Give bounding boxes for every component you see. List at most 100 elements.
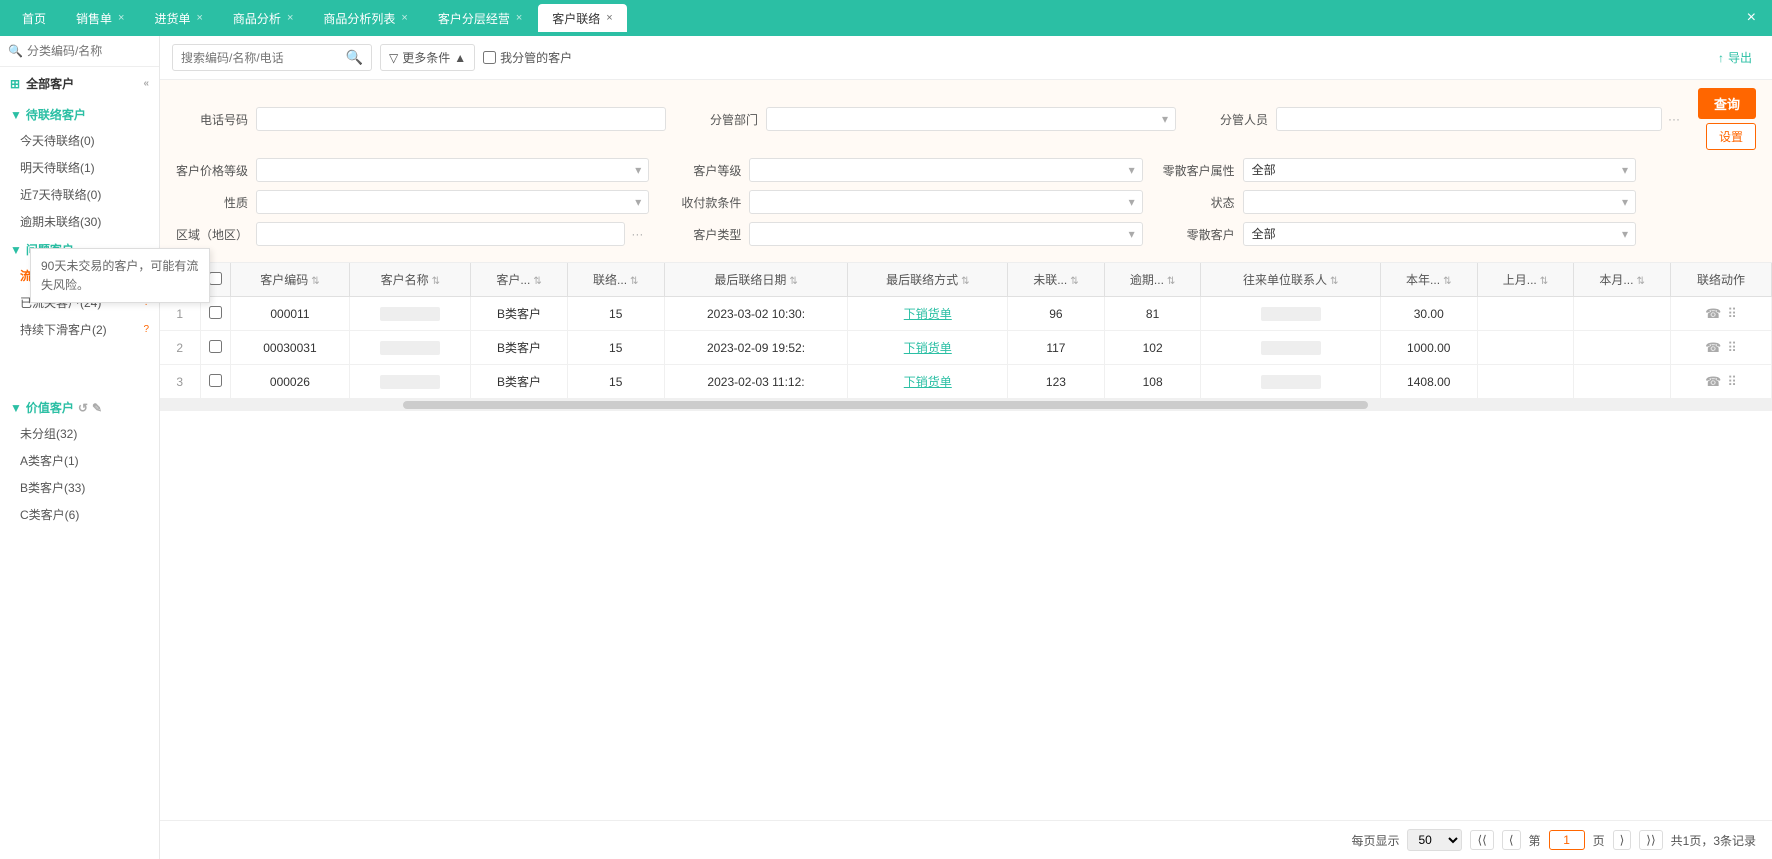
row-2-action-icons: ☎ ⠿	[1677, 340, 1765, 356]
tab-close-customer-contact[interactable]: ×	[606, 12, 612, 24]
row-2-last-way-link[interactable]: 下销货单	[904, 341, 952, 355]
col-last-month[interactable]: 上月...⇅	[1477, 263, 1574, 297]
tab-customer-contact[interactable]: 客户联络 ×	[538, 4, 626, 32]
filter-region-input[interactable]	[256, 222, 625, 246]
col-last-date[interactable]: 最后联络日期⇅	[664, 263, 848, 297]
tab-close-purchase[interactable]: ×	[196, 12, 202, 24]
filter-retail-customer-label: 零散客户	[1163, 226, 1243, 243]
row-3-phone-icon[interactable]: ☎	[1705, 374, 1721, 390]
next-page-button[interactable]: ⟩	[1613, 830, 1632, 850]
col-code[interactable]: 客户编码⇅	[230, 263, 350, 297]
tab-analysis[interactable]: 商品分析 ×	[219, 4, 307, 32]
tab-close-analysis-list[interactable]: ×	[401, 12, 407, 24]
row-3-last-way-link[interactable]: 下销货单	[904, 375, 952, 389]
scroll-thumb[interactable]	[403, 401, 1368, 409]
query-button[interactable]: 查询	[1698, 88, 1756, 119]
settings-button[interactable]: 设置	[1706, 123, 1756, 150]
collapse-icon[interactable]: «	[143, 78, 149, 89]
page-label: 第	[1529, 832, 1541, 849]
tab-sales[interactable]: 销售单 ×	[62, 4, 138, 32]
my-customer-checkbox-group[interactable]: 我分管的客户	[483, 49, 572, 66]
row-3-more-icon[interactable]: ⠿	[1727, 374, 1737, 390]
sidebar-item-tomorrow[interactable]: 明天待联络(1)	[0, 154, 159, 181]
col-type[interactable]: 客户...⇅	[471, 263, 568, 297]
sidebar-search-box[interactable]: 🔍	[0, 36, 159, 67]
tab-analysis-list[interactable]: 商品分析列表 ×	[309, 4, 421, 32]
tab-customer-layer[interactable]: 客户分层经营 ×	[424, 4, 536, 32]
col-last-way[interactable]: 最后联络方式⇅	[848, 263, 1008, 297]
tab-bar: 首页 销售单 × 进货单 × 商品分析 × 商品分析列表 × 客户分层经营 × …	[0, 0, 1772, 36]
row-3-check[interactable]	[200, 365, 230, 399]
row-1-last-way[interactable]: 下销货单	[848, 297, 1008, 331]
filter-customer-level-select[interactable]	[749, 158, 1142, 182]
tab-purchase[interactable]: 进货单 ×	[140, 4, 216, 32]
page-size-select[interactable]: 50 100	[1407, 829, 1462, 851]
filter-retail-customer-select[interactable]: 全部	[1243, 222, 1636, 246]
sort-year-icon: ⇅	[1443, 276, 1451, 287]
row-1-name-blurred	[380, 307, 440, 321]
row-1-last-way-link[interactable]: 下销货单	[904, 307, 952, 321]
col-name[interactable]: 客户名称⇅	[350, 263, 471, 297]
col-this-month[interactable]: 本月...⇅	[1574, 263, 1671, 297]
tab-close-sales[interactable]: ×	[118, 12, 124, 24]
row-1-more-icon[interactable]: ⠿	[1727, 306, 1737, 322]
filter-payment-wrapper	[749, 190, 1142, 214]
filter-status-select[interactable]	[1243, 190, 1636, 214]
tab-close-customer-layer[interactable]: ×	[516, 12, 522, 24]
tab-close-analysis[interactable]: ×	[287, 12, 293, 24]
col-contact[interactable]: 联络...⇅	[567, 263, 664, 297]
filter-dept-select[interactable]	[766, 107, 1176, 131]
all-customers-header[interactable]: ⊞ 全部客户 «	[0, 67, 159, 100]
my-customer-checkbox[interactable]	[483, 51, 496, 64]
filter-payment-select[interactable]	[749, 190, 1142, 214]
horizontal-scrollbar[interactable]	[160, 399, 1772, 411]
export-button[interactable]: ↑ 导出	[1710, 45, 1760, 70]
close-all-button[interactable]: ×	[1739, 5, 1764, 31]
search-icon-button[interactable]: 🔍	[346, 49, 363, 66]
sort-not-icon: ⇅	[1070, 276, 1078, 287]
sidebar-search-input[interactable]	[27, 44, 160, 58]
row-2-more-icon[interactable]: ⠿	[1727, 340, 1737, 356]
search-box[interactable]: 🔍	[172, 44, 372, 71]
search-input[interactable]	[181, 51, 346, 65]
select-all-checkbox[interactable]	[209, 272, 222, 285]
sort-code-icon: ⇅	[311, 276, 319, 287]
sidebar-item-today[interactable]: 今天待联络(0)	[0, 127, 159, 154]
row-2-check[interactable]	[200, 331, 230, 365]
col-not-contact[interactable]: 未联...⇅	[1008, 263, 1105, 297]
row-3-company-blurred	[1261, 375, 1321, 389]
filter-region-dots[interactable]: ···	[625, 227, 649, 241]
value-refresh-icon[interactable]: ↺	[78, 401, 88, 415]
filter-retail-attr-select[interactable]: 全部	[1243, 158, 1636, 182]
tab-home[interactable]: 首页	[8, 4, 60, 32]
filter-customer-type-select[interactable]	[749, 222, 1142, 246]
col-this-year[interactable]: 本年...⇅	[1380, 263, 1477, 297]
sidebar-item-unsorted[interactable]: 未分组(32)	[0, 420, 159, 447]
sidebar-item-week7[interactable]: 近7天待联络(0)	[0, 181, 159, 208]
sidebar-item-class-c[interactable]: C类客户(6)	[0, 501, 159, 528]
sidebar-item-churn-decline[interactable]: 持续下滑客户(2) ?	[0, 316, 159, 343]
col-company-contact[interactable]: 往来单位联系人⇅	[1201, 263, 1380, 297]
filter-price-level-select[interactable]	[256, 158, 649, 182]
filter-person-dots[interactable]: ···	[1662, 112, 1686, 126]
last-page-button[interactable]: ⟩⟩	[1639, 830, 1662, 850]
more-filter-button[interactable]: ▽ 更多条件 ▲	[380, 44, 475, 71]
filter-nature-select[interactable]	[256, 190, 649, 214]
row-2-phone-icon[interactable]: ☎	[1705, 340, 1721, 356]
value-edit-icon[interactable]: ✎	[92, 401, 102, 415]
sidebar-item-class-a[interactable]: A类客户(1)	[0, 447, 159, 474]
sidebar-item-overdue[interactable]: 逾期未联络(30)	[0, 208, 159, 235]
prev-page-button[interactable]: ⟨	[1502, 830, 1521, 850]
row-1-phone-icon[interactable]: ☎	[1705, 306, 1721, 322]
filter-person-input[interactable]	[1276, 107, 1662, 131]
first-page-button[interactable]: ⟨⟨	[1470, 830, 1493, 850]
filter-phone-input[interactable]	[256, 107, 666, 131]
row-3-last-way[interactable]: 下销货单	[848, 365, 1008, 399]
row-2-checkbox[interactable]	[209, 340, 222, 353]
col-overdue[interactable]: 逾期...⇅	[1104, 263, 1201, 297]
row-1-checkbox[interactable]	[209, 306, 222, 319]
row-3-checkbox[interactable]	[209, 374, 222, 387]
sidebar-item-class-b[interactable]: B类客户(33)	[0, 474, 159, 501]
page-number-input[interactable]	[1549, 830, 1585, 850]
row-2-last-way[interactable]: 下销货单	[848, 331, 1008, 365]
